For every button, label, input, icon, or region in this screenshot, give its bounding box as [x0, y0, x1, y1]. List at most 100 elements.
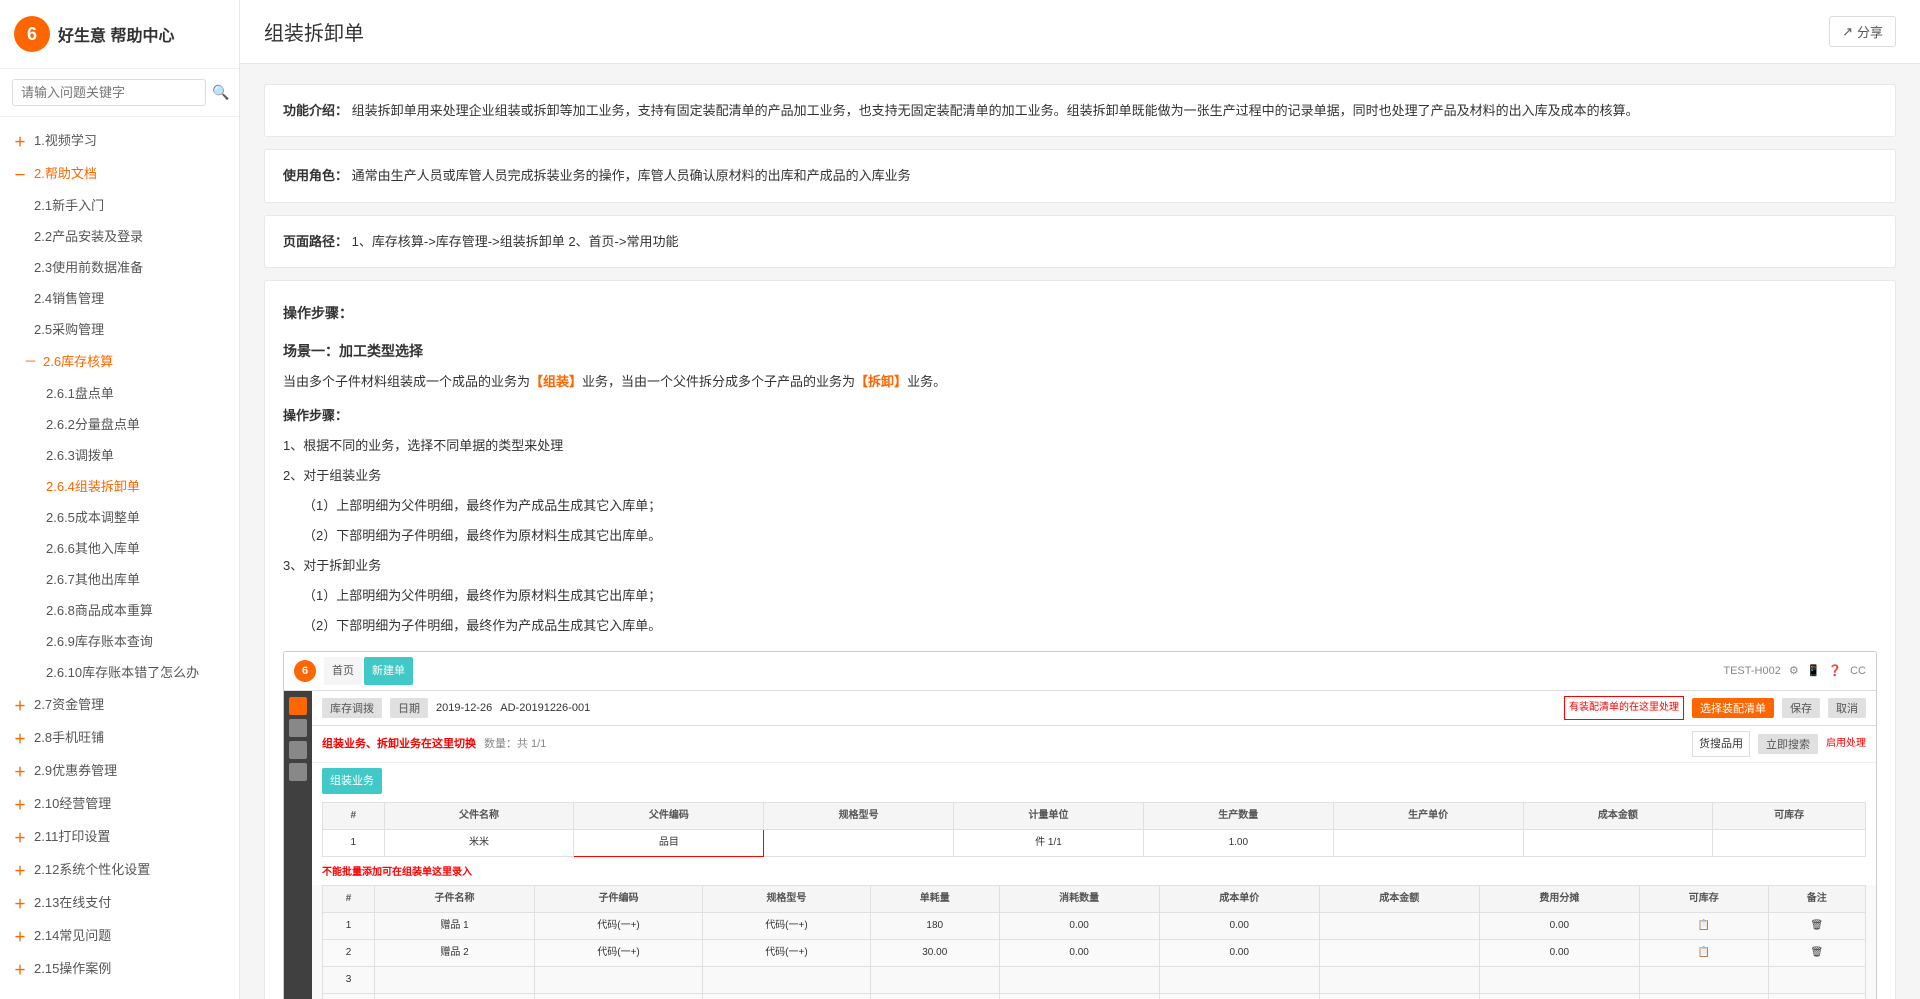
- sidebar-item-2-4[interactable]: 2.4销售管理: [0, 282, 239, 313]
- highlighted-cell: 品目: [574, 830, 764, 857]
- sidebar-item-video[interactable]: ＋ 1.视频学习: [0, 123, 239, 156]
- scene1-steps-label: 操作步骤：: [283, 403, 1877, 429]
- share-button[interactable]: ↗ 分享: [1829, 16, 1896, 47]
- plus-icon-2-10: ＋: [14, 796, 28, 810]
- search-button[interactable]: 🔍: [212, 84, 229, 101]
- sidebar-item-2-6-3[interactable]: 2.6.3调拨单: [0, 439, 239, 470]
- sidebar-item-2-13[interactable]: ＋ 2.13在线支付: [0, 885, 239, 918]
- step3-1: （1）上部明细为父件明细，最终作为原材料生成其它出库单；: [283, 583, 1877, 609]
- sidebar-item-2-6-9[interactable]: 2.6.9库存账本查询: [0, 625, 239, 656]
- step3-2: （2）下部明细为子件明细，最终作为产成品生成其它入库单。: [283, 613, 1877, 639]
- plus-icon-2-11: ＋: [14, 829, 28, 843]
- sidebar-item-2-5[interactable]: 2.5采购管理: [0, 313, 239, 344]
- table-row: 3: [323, 967, 1866, 994]
- th-name: 父件名称: [384, 803, 574, 830]
- table-row: 2 赠品 2 代码(一+) 代码(一+) 30.00 0.00 0.00 0.: [323, 940, 1866, 967]
- sidebar-item-2-6-5[interactable]: 2.6.5成本调整单: [0, 501, 239, 532]
- search-input[interactable]: [12, 79, 206, 106]
- sidebar-item-2-8[interactable]: ＋ 2.8手机旺铺: [0, 720, 239, 753]
- plus-icon-2-7: ＋: [14, 697, 28, 711]
- mock-top-right: TEST-H002 ⚙ 📱 ❓ CC: [1723, 660, 1866, 682]
- sidebar-item-2-6-2[interactable]: 2.6.2分量盘点单: [0, 408, 239, 439]
- sidebar-item-2-12[interactable]: ＋ 2.12系统个性化设置: [0, 852, 239, 885]
- step2-1: （1）上部明细为父件明细，最终作为产成品生成其它入库单；: [283, 493, 1877, 519]
- main-content: 组装拆卸单 ↗ 分享 功能介绍： 组装拆卸单用来处理企业组装或拆卸等加工业务，支…: [240, 0, 1920, 999]
- logo-area: 6 好生意 帮助中心: [0, 0, 239, 69]
- th-stock: 可库存: [1713, 803, 1866, 830]
- table-row: 1 米米 品目 件 1/1 1.00: [323, 830, 1866, 857]
- steps-section: 操作步骤： 场景一：加工类型选择 当由多个子件材料组装成一个成品的业务为【组装】…: [264, 280, 1896, 999]
- steps-label: 操作步骤：: [283, 299, 1877, 327]
- sidebar-item-2-14[interactable]: ＋ 2.14常见问题: [0, 918, 239, 951]
- step2-2: （2）下部明细为子件明细，最终作为原材料生成其它出库单。: [283, 523, 1877, 549]
- mock-tab-active: 新建单: [364, 657, 413, 685]
- annotation-enable: 启用处理: [1826, 734, 1866, 754]
- sidebar-item-2-10[interactable]: ＋ 2.10经营管理: [0, 786, 239, 819]
- th-unit: 计量单位: [954, 803, 1144, 830]
- sidebar-item-2-1[interactable]: 2.1新手入门: [0, 189, 239, 220]
- sidebar-item-2-6-10[interactable]: 2.6.10库存账本错了怎么办: [0, 656, 239, 687]
- page-title: 组装拆卸单: [264, 17, 364, 46]
- logo-title: 好生意 帮助中心: [58, 22, 174, 46]
- mock-btn-type[interactable]: 库存调拨: [322, 698, 382, 718]
- sidebar-item-docs[interactable]: － 2.帮助文档: [0, 156, 239, 189]
- path-box: 页面路径： 1、库存核算->库存管理->组装拆卸单 2、首页->常用功能: [264, 215, 1896, 268]
- role-label: 使用角色：: [283, 168, 348, 183]
- mock-sub-table-container: # 子件名称 子件编码 规格型号 单耗量 消耗数量 成本单价 成本金额 费用分摊: [312, 885, 1876, 999]
- mock-icon-3: [289, 741, 307, 759]
- sidebar-item-2-3[interactable]: 2.3使用前数据准备: [0, 251, 239, 282]
- th-num: #: [323, 803, 385, 830]
- intro-text: 组装拆卸单用来处理企业组装或拆卸等加工业务，支持有固定装配清单的产品加工业务，也…: [352, 103, 1639, 118]
- mock-btn-confirm[interactable]: 选择装配清单: [1692, 698, 1774, 718]
- mock-tab-home: 首页: [324, 657, 362, 685]
- sidebar-item-2-6-4[interactable]: 2.6.4组装拆卸单: [0, 470, 239, 501]
- path-label: 页面路径：: [283, 234, 348, 249]
- page-header: 组装拆卸单 ↗ 分享: [240, 0, 1920, 64]
- role-box: 使用角色： 通常由生产人员或库管人员完成拆装业务的操作，库管人员确认原材料的出库…: [264, 149, 1896, 202]
- minus-icon-2-6: －: [24, 351, 37, 370]
- mock-search-field: 货搜品用: [1692, 731, 1750, 757]
- mock-titlebar: 6 首页 新建单 TEST-H002 ⚙ 📱 ❓ CC: [284, 652, 1876, 691]
- nav-section: ＋ 1.视频学习 － 2.帮助文档 2.1新手入门 2.2产品安装及登录 2.3…: [0, 117, 239, 990]
- sidebar-item-2-6-6[interactable]: 2.6.6其他入库单: [0, 532, 239, 563]
- th-qty: 生产数量: [1143, 803, 1333, 830]
- mock-btn-search[interactable]: 立即搜索: [1758, 734, 1818, 754]
- table-row: 1 赠品 1 代码(一+) 代码(一+) 180 0.00 0.00 0.00: [323, 913, 1866, 940]
- plus-icon: ＋: [14, 133, 28, 147]
- scene1-desc: 当由多个子件材料组装成一个成品的业务为【组装】业务，当由一个父件拆分成多个子产品…: [283, 369, 1877, 395]
- logo-icon: 6: [14, 16, 50, 52]
- mock-btn-cancel[interactable]: 取消: [1828, 698, 1866, 718]
- sidebar-item-2-6-1[interactable]: 2.6.1盘点单: [0, 377, 239, 408]
- intro-box: 功能介绍： 组装拆卸单用来处理企业组装或拆卸等加工业务，支持有固定装配清单的产品…: [264, 84, 1896, 137]
- mock-top-table-container: # 父件名称 父件编码 规格型号 计量单位 生产数量 生产单价 成本金额 可库存: [312, 802, 1876, 861]
- mock-date-val: 2019-12-26: [436, 697, 492, 719]
- step1: 1、根据不同的业务，选择不同单据的类型来处理: [283, 433, 1877, 459]
- plus-icon-2-8: ＋: [14, 730, 28, 744]
- sidebar-item-2-11[interactable]: ＋ 2.11打印设置: [0, 819, 239, 852]
- plus-icon-2-13: ＋: [14, 895, 28, 909]
- mock-btn-save[interactable]: 保存: [1782, 698, 1820, 718]
- th-code: 父件编码: [574, 803, 764, 830]
- mock-doc-id: AD-20191226-001: [500, 697, 590, 719]
- mock-annotation-fill: 不能批量添加可在组装单这里录入: [312, 861, 1876, 885]
- sidebar-item-2-6-7[interactable]: 2.6.7其他出库单: [0, 563, 239, 594]
- content-area: 功能介绍： 组装拆卸单用来处理企业组装或拆卸等加工业务，支持有固定装配清单的产品…: [240, 64, 1920, 999]
- mock-doc-toolbar: 库存调拨 日期 2019-12-26 AD-20191226-001 有装配清单…: [312, 691, 1876, 726]
- sidebar-item-2-2[interactable]: 2.2产品安装及登录: [0, 220, 239, 251]
- mock-nav-tabs: 首页 新建单: [324, 657, 1715, 685]
- minus-icon: －: [14, 166, 28, 180]
- annotation-top-right: 有装配清单的在这里处理: [1564, 696, 1684, 720]
- screenshot-area: 6 首页 新建单 TEST-H002 ⚙ 📱 ❓ CC: [283, 651, 1877, 999]
- sidebar-item-2-15[interactable]: ＋ 2.15操作案例: [0, 951, 239, 984]
- sidebar-item-2-9[interactable]: ＋ 2.9优惠券管理: [0, 753, 239, 786]
- sidebar-item-2-6-8[interactable]: 2.6.8商品成本重算: [0, 594, 239, 625]
- sidebar-item-2-7[interactable]: ＋ 2.7资金管理: [0, 687, 239, 720]
- th-cost: 成本金额: [1523, 803, 1713, 830]
- sidebar-item-2-6[interactable]: － 2.6库存核算: [0, 344, 239, 377]
- plus-icon-2-9: ＋: [14, 763, 28, 777]
- mock-icon-1: [289, 697, 307, 715]
- mock-type-row: 组装业务、拆卸业务在这里切换 数量：共 1/1 货搜品用 立即搜索 启用处理: [312, 726, 1876, 763]
- mock-btn-date[interactable]: 日期: [390, 698, 428, 718]
- annotation-type-switch: 组装业务、拆卸业务在这里切换: [322, 733, 476, 755]
- plus-icon-2-12: ＋: [14, 862, 28, 876]
